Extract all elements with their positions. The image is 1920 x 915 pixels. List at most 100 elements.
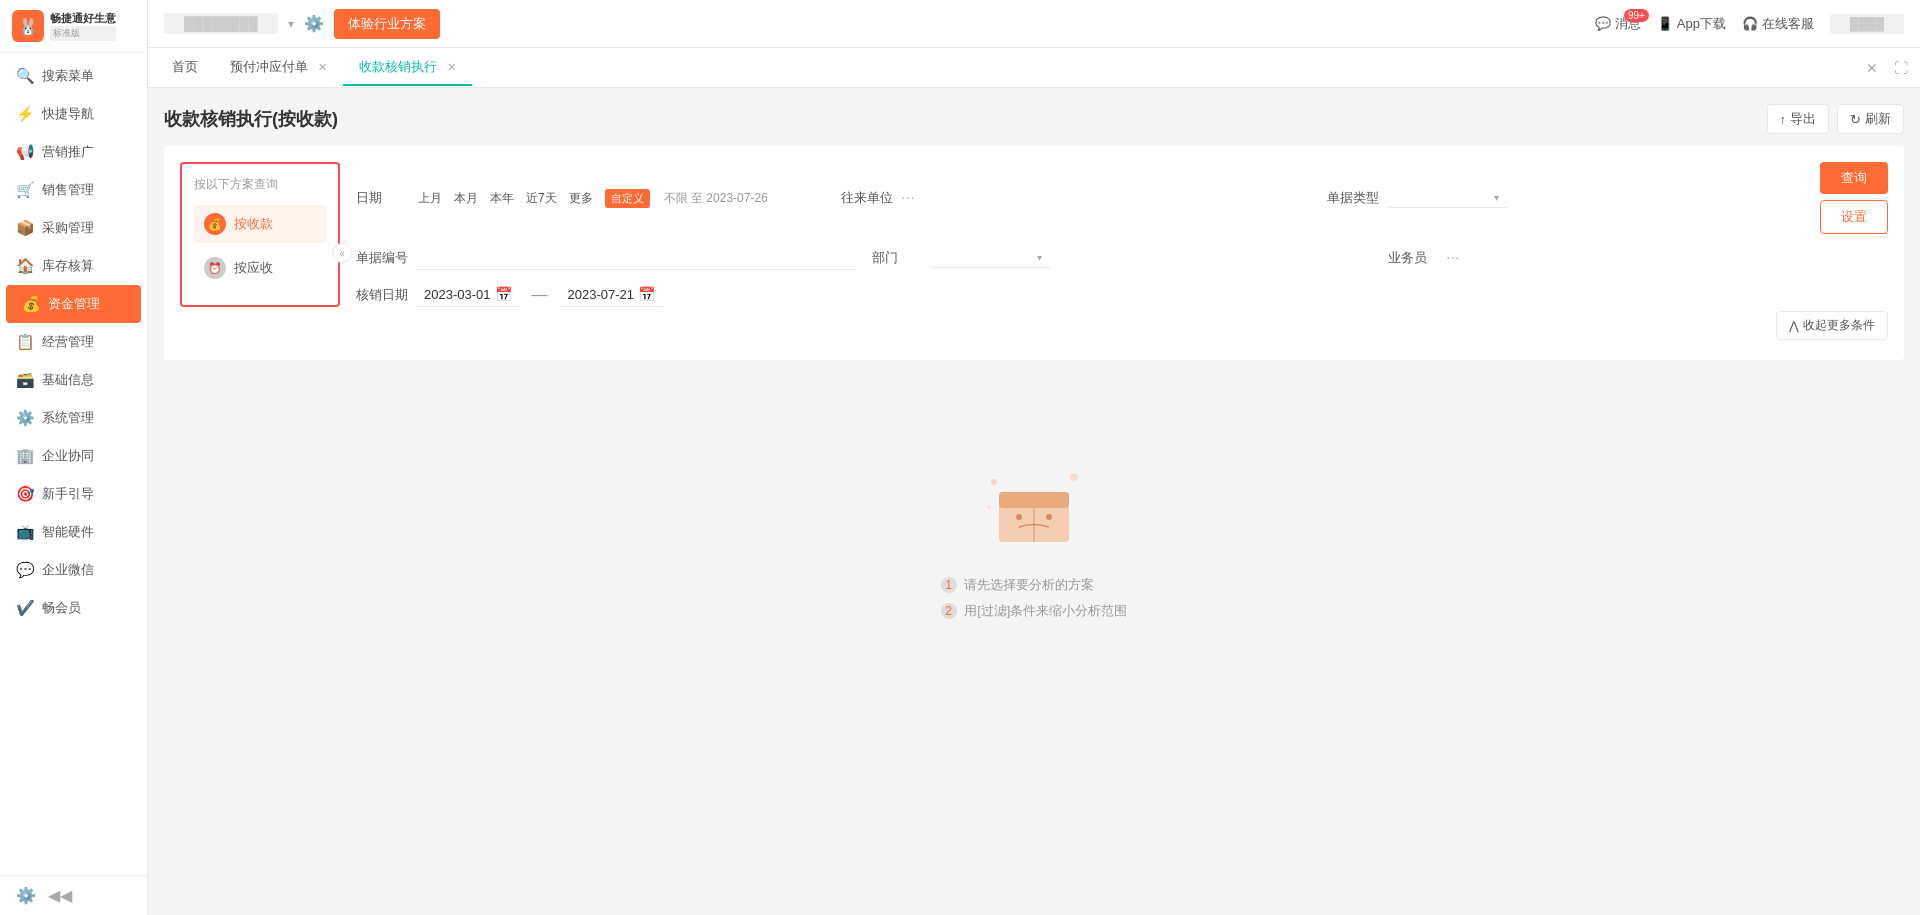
logo-tag: 标准版 [50,26,116,41]
message-button[interactable]: 💬 消息 99+ [1595,15,1641,33]
verify-date-start-wrap: 2023-03-01 📅 [416,282,520,307]
by-receivable-icon: ⏰ [204,257,226,279]
sidebar-label-hardware: 智能硬件 [42,523,94,541]
query-buttons: 查询 设置 [1820,162,1888,234]
content-area: 收款核销执行(按收款) ↑ 导出 ↻ 刷新 按以下方案 [148,88,1920,915]
date-tab-7days[interactable]: 近7天 [522,188,561,209]
sidebar-label-system: 系统管理 [42,409,94,427]
order-no-input[interactable] [416,246,856,270]
sidebar-item-marketing[interactable]: 📢 营销推广 [0,133,147,171]
marketing-icon: 📢 [16,143,34,161]
sidebar-item-inventory[interactable]: 🏠 库存核算 [0,247,147,285]
date-custom-tag[interactable]: 自定义 [605,189,650,208]
page-content: 收款核销执行(按收款) ↑ 导出 ↻ 刷新 按以下方案 [148,88,1920,720]
sidebar-item-quick-nav[interactable]: ⚡ 快捷导航 [0,95,147,133]
svg-point-5 [1046,514,1052,520]
topbar-right: 💬 消息 99+ 📱 App下载 🎧 在线客服 ████ [1595,14,1904,34]
verify-date-start: 2023-03-01 [424,287,491,302]
tab-receipt-verify[interactable]: 收款核销执行 ✕ [343,50,472,86]
dept-select[interactable]: ▾ [930,248,1050,268]
filter-option-by-receivable[interactable]: ⏰ 按应收 [194,249,326,287]
query-button[interactable]: 查询 [1820,162,1888,194]
sidebar-item-operations[interactable]: 📋 经营管理 [0,323,147,361]
empty-illustration [974,452,1094,552]
online-service-label: 在线客服 [1762,15,1814,33]
search-icon: 🔍 [16,67,34,85]
sidebar-item-sales[interactable]: 🛒 销售管理 [0,171,147,209]
topbar-gear-icon[interactable]: ⚙️ [304,14,324,33]
collapse-sidebar-icon[interactable]: ◀◀ [48,886,72,905]
sidebar-item-wechat[interactable]: 💬 企业微信 [0,551,147,589]
tab-expand-icon[interactable]: ⛶ [1890,56,1912,80]
collapse-more-button[interactable]: ⋀ 收起更多条件 [1776,311,1888,340]
date-separator: — [528,286,552,304]
date-tab-this-month[interactable]: 本月 [450,188,482,209]
sidebar-label-quick-nav: 快捷导航 [42,105,94,123]
hardware-icon: 📺 [16,523,34,541]
salesperson-select[interactable]: ··· [1446,249,1459,267]
operations-icon: 📋 [16,333,34,351]
order-no-field: 单据编号 [356,246,856,270]
order-type-arrow: ▾ [1494,192,1499,203]
enterprise-icon: 🏢 [16,447,34,465]
fund-icon: 💰 [22,295,40,313]
sidebar-item-member[interactable]: ✔️ 畅会员 [0,589,147,627]
order-type-field: 单据类型 ▾ [1327,188,1796,208]
sidebar-label-search: 搜索菜单 [42,67,94,85]
sidebar-item-enterprise[interactable]: 🏢 企业协同 [0,437,147,475]
by-receipt-icon: 💰 [204,213,226,235]
app-download-button[interactable]: 📱 App下载 [1657,15,1726,33]
sidebar-label-fund: 资金管理 [48,295,100,313]
tab-receipt-verify-close[interactable]: ✕ [447,61,456,74]
filter-collapse-button[interactable]: « [332,243,352,263]
sidebar-item-fund[interactable]: 💰 资金管理 [6,285,141,323]
app-download-label: App下载 [1677,15,1726,33]
sidebar-item-system[interactable]: ⚙️ 系统管理 [0,399,147,437]
tab-receipt-verify-label: 收款核销执行 [359,58,437,76]
sidebar-label-marketing: 营销推广 [42,143,94,161]
counterparty-select[interactable]: ··· [901,189,914,207]
basic-icon: 🗃️ [16,371,34,389]
tab-home[interactable]: 首页 [156,50,214,86]
message-icon: 💬 [1595,16,1611,31]
svg-point-7 [1070,473,1078,481]
online-service-button[interactable]: 🎧 在线客服 [1742,15,1814,33]
sidebar-item-hardware[interactable]: 📺 智能硬件 [0,513,147,551]
date-tab-this-year[interactable]: 本年 [486,188,518,209]
date-tab-last-month[interactable]: 上月 [414,188,446,209]
quick-nav-icon: ⚡ [16,105,34,123]
main: ████████ ▾ ⚙️ 体验行业方案 💬 消息 99+ 📱 App下载 🎧 … [148,0,1920,915]
sidebar-menu: 🔍 搜索菜单 ⚡ 快捷导航 📢 营销推广 🛒 销售管理 📦 采购管理 🏠 库存核… [0,53,147,875]
topbar-left: ████████ ▾ ⚙️ 体验行业方案 [164,9,440,39]
settings-bottom-icon[interactable]: ⚙️ [16,886,36,905]
sidebar-item-purchase[interactable]: 📦 采购管理 [0,209,147,247]
sidebar-item-guide[interactable]: 🎯 新手引导 [0,475,147,513]
filter-panel: 按以下方案查询 💰 按收款 ⏰ 按应收 « [164,146,1904,360]
settings-button[interactable]: 设置 [1820,200,1888,234]
verify-date-start-icon[interactable]: 📅 [495,286,512,302]
sidebar-bottom: ⚙️ ◀◀ [0,875,147,915]
tab-prepay-close[interactable]: ✕ [318,61,327,74]
tab-prepay[interactable]: 预付冲应付单 ✕ [214,50,343,86]
sidebar-label-inventory: 库存核算 [42,257,94,275]
filter-row-1: 日期 上月 本月 本年 近7天 更多 自定义 [356,162,1888,234]
sidebar-label-enterprise: 企业协同 [42,447,94,465]
sidebar-item-search[interactable]: 🔍 搜索菜单 [0,57,147,95]
filter-option-by-receipt[interactable]: 💰 按收款 [194,205,326,243]
sidebar-label-basic: 基础信息 [42,371,94,389]
verify-date-label: 核销日期 [356,286,408,304]
solution-button[interactable]: 体验行业方案 [334,9,440,39]
system-icon: ⚙️ [16,409,34,427]
topbar-dropdown-arrow[interactable]: ▾ [288,17,294,31]
tab-close-all-icon[interactable]: ✕ [1862,56,1882,80]
verify-date-end-icon[interactable]: 📅 [638,286,655,302]
topbar-brand: ████████ [164,13,278,34]
sidebar-item-basic[interactable]: 🗃️ 基础信息 [0,361,147,399]
export-button[interactable]: ↑ 导出 [1767,104,1830,134]
sidebar: 🐰 畅捷通好生意 标准版 🔍 搜索菜单 ⚡ 快捷导航 📢 营销推广 🛒 销售管理… [0,0,148,915]
date-tab-more[interactable]: 更多 [565,188,597,209]
order-type-select[interactable]: ▾ [1387,188,1507,208]
logo-text: 畅捷通好生意 标准版 [50,11,116,41]
salesperson-field: 业务员 ··· [1388,249,1888,267]
refresh-button[interactable]: ↻ 刷新 [1837,104,1904,134]
